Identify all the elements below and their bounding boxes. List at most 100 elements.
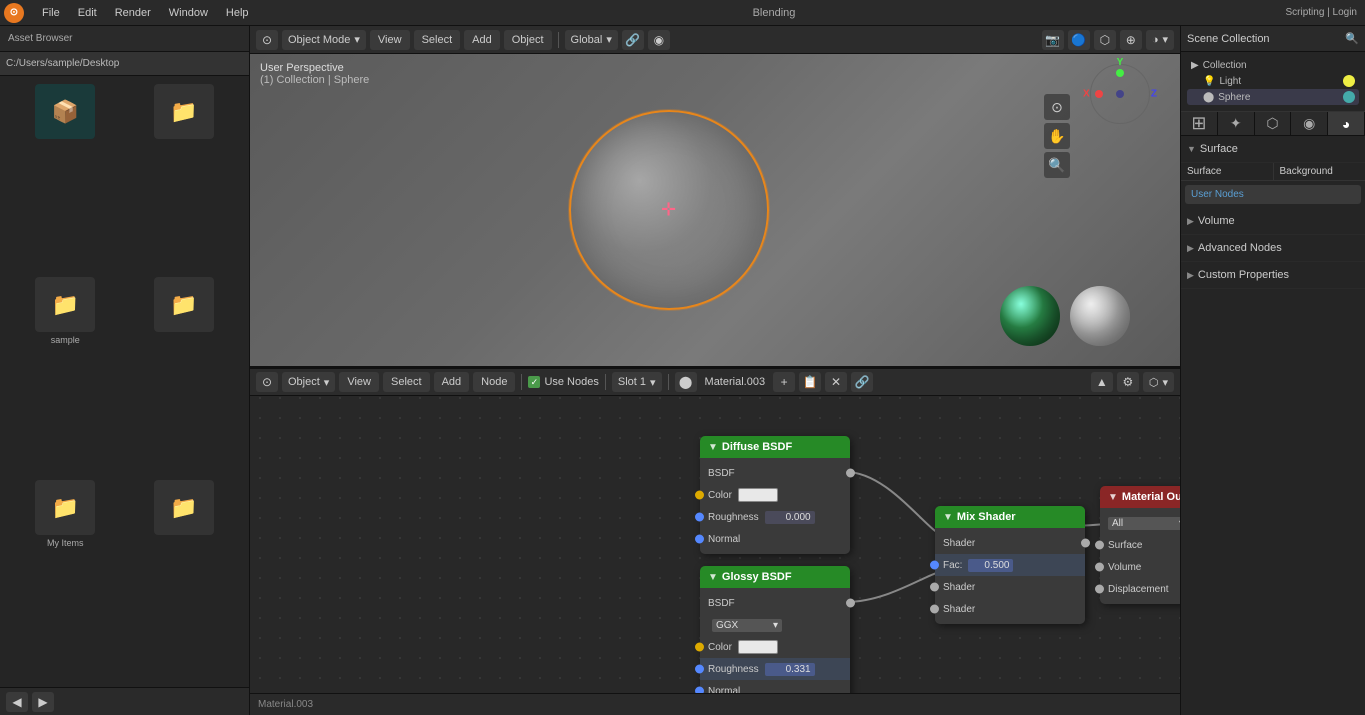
list-item[interactable]: 📁 sample xyxy=(8,277,123,476)
add-btn[interactable]: Add xyxy=(464,30,500,50)
material-copy-icon[interactable]: 📋 xyxy=(799,372,821,392)
tab-particles[interactable]: ✦ xyxy=(1218,112,1255,135)
diffuse-title: Diffuse BSDF xyxy=(722,441,792,453)
node-settings-icon[interactable]: ⚙ xyxy=(1117,372,1139,392)
glossy-bsdf-node[interactable]: ▼ Glossy BSDF BSDF GGX ▾ xyxy=(700,566,850,706)
scene-object-sphere[interactable]: ⬤ Sphere xyxy=(1187,89,1359,105)
subtab-diffuse[interactable]: Surface xyxy=(1181,163,1274,180)
node-select-btn[interactable]: Select xyxy=(383,372,430,392)
gizmo-icon[interactable]: ⊕ xyxy=(1120,30,1142,50)
surface-header[interactable]: ▼ Surface xyxy=(1187,140,1359,158)
select-btn[interactable]: Select xyxy=(414,30,461,50)
diffuse-bsdf-socket[interactable] xyxy=(846,469,855,478)
asset-browser-content: C:/Users/sample/Desktop 📦 📁 📁 sample 📁 xyxy=(0,52,249,687)
right-sidebar-filter[interactable]: 🔍 xyxy=(1345,32,1359,45)
glossy-roughness-input[interactable] xyxy=(695,665,704,674)
menu-window[interactable]: Window xyxy=(161,5,216,21)
list-item[interactable]: 📦 xyxy=(8,84,123,273)
list-item[interactable]: 📁 xyxy=(127,480,242,679)
shading-dropdown[interactable]: ◑ ▾ xyxy=(1146,30,1174,50)
diffuse-bsdf-node[interactable]: ▼ Diffuse BSDF BSDF Color xyxy=(700,436,850,554)
asset-back-btn[interactable]: ◀ xyxy=(6,692,28,712)
node-add-btn[interactable]: Add xyxy=(434,372,470,392)
output-volume-input[interactable] xyxy=(1095,563,1104,572)
advanced-header[interactable]: ▶ Advanced Nodes xyxy=(1187,239,1359,257)
mix-shader1-input[interactable] xyxy=(930,583,939,592)
tab-material[interactable]: ◕ xyxy=(1328,112,1365,135)
diffuse-normal-input[interactable] xyxy=(695,535,704,544)
output-collapse-icon: ▼ xyxy=(1108,492,1118,503)
mix-shader2-input[interactable] xyxy=(930,605,939,614)
zoom-icon[interactable]: 🔍 xyxy=(1044,152,1070,178)
glossy-bsdf-socket[interactable] xyxy=(846,599,855,608)
asset-forward-btn[interactable]: ▶ xyxy=(32,692,54,712)
mix-shader-socket[interactable] xyxy=(1081,539,1090,548)
glossy-distribution-dropdown[interactable]: GGX ▾ xyxy=(712,619,782,632)
surface-label: Surface xyxy=(1200,143,1238,155)
overlays-icon[interactable]: ⬡ xyxy=(1094,30,1116,50)
snap-icon[interactable]: 🔗 xyxy=(622,30,644,50)
global-dropdown[interactable]: Global ▾ xyxy=(565,30,618,50)
material-link-icon[interactable]: 🔗 xyxy=(851,372,873,392)
glossy-color-input[interactable] xyxy=(695,643,704,652)
diffuse-color-swatch[interactable] xyxy=(738,488,778,502)
menu-render[interactable]: Render xyxy=(107,5,159,21)
volume-section: ▶ Volume xyxy=(1181,208,1365,235)
output-surface-row: Surface xyxy=(1100,534,1180,556)
material-delete-icon[interactable]: ✕ xyxy=(825,372,847,392)
mix-fac-input[interactable] xyxy=(930,561,939,570)
object-btn[interactable]: Object xyxy=(504,30,552,50)
orbit-icon[interactable]: ⊙ xyxy=(1044,94,1070,120)
object-mode-dropdown[interactable]: Object Mode ▾ xyxy=(282,30,366,50)
menu-file[interactable]: File xyxy=(34,5,68,21)
scene-object-collection[interactable]: ▶ Collection xyxy=(1187,58,1359,73)
scene-object-light[interactable]: 💡 Light xyxy=(1187,73,1359,89)
diffuse-normal-label: Normal xyxy=(708,534,740,545)
output-target-row[interactable]: All ▾ xyxy=(1100,512,1180,534)
custom-props-header[interactable]: ▶ Custom Properties xyxy=(1187,266,1359,284)
advanced-section: ▶ Advanced Nodes xyxy=(1181,235,1365,262)
node-editor-section: ⊙ Object ▾ View Select Add Node ✓ Use No… xyxy=(250,368,1180,715)
node-editor-up-icon[interactable]: ▲ xyxy=(1091,372,1113,392)
tab-surface[interactable]: ⊞ xyxy=(1181,112,1218,135)
diffuse-roughness-row: Roughness 0.000 xyxy=(700,506,850,528)
glossy-roughness-value[interactable]: 0.331 xyxy=(765,663,815,676)
material-output-node[interactable]: ▼ Material Output All ▾ Surface xyxy=(1100,486,1180,604)
node-editor-type-dropdown[interactable]: Object ▾ xyxy=(282,372,335,392)
output-displacement-input[interactable] xyxy=(1095,585,1104,594)
menu-edit[interactable]: Edit xyxy=(70,5,105,21)
custom-props-section: ▶ Custom Properties xyxy=(1181,262,1365,289)
node-view-btn[interactable]: View xyxy=(339,372,379,392)
list-item[interactable]: 📁 xyxy=(127,84,242,273)
output-target-dropdown[interactable]: All ▾ xyxy=(1108,517,1180,530)
slot-dropdown[interactable]: Slot 1 ▾ xyxy=(612,372,662,392)
camera-icon[interactable]: 📷 xyxy=(1042,30,1064,50)
mix-fac-value[interactable]: 0.500 xyxy=(968,559,1013,572)
node-node-btn[interactable]: Node xyxy=(473,372,515,392)
diffuse-roughness-value[interactable]: 0.000 xyxy=(765,511,815,524)
view-btn[interactable]: View xyxy=(370,30,410,50)
tab-physics[interactable]: ⬡ xyxy=(1255,112,1292,135)
diffuse-roughness-input[interactable] xyxy=(695,513,704,522)
mix-shader-node[interactable]: ▼ Mix Shader Shader Fac: 0.500 xyxy=(935,506,1085,624)
render-mode-icon[interactable]: 🔵 xyxy=(1068,30,1090,50)
use-nodes-label: Use Nodes xyxy=(544,376,598,388)
subtab-background[interactable]: Background xyxy=(1274,163,1365,180)
node-overlay-dropdown[interactable]: ⬡▾ xyxy=(1143,372,1174,392)
gizmo-y: Y xyxy=(1117,57,1124,68)
surface-collapse-icon: ▼ xyxy=(1187,144,1196,154)
volume-header[interactable]: ▶ Volume xyxy=(1187,212,1359,230)
viewport-toolbar: ⊙ Object Mode ▾ View Select Add Object G… xyxy=(250,26,1180,54)
diffuse-color-input[interactable] xyxy=(695,491,704,500)
output-surface-input[interactable] xyxy=(1095,541,1104,550)
glossy-color-swatch[interactable] xyxy=(738,640,778,654)
list-item[interactable]: 📁 My Items xyxy=(8,480,123,679)
glossy-distribution-row[interactable]: GGX ▾ xyxy=(700,614,850,636)
menu-help[interactable]: Help xyxy=(218,5,257,21)
proportional-icon[interactable]: ◉ xyxy=(648,30,670,50)
list-item[interactable]: 📁 xyxy=(127,277,242,476)
use-nodes-checkbox[interactable]: ✓ xyxy=(528,376,540,388)
material-add-icon[interactable]: + xyxy=(773,372,795,392)
pan-icon[interactable]: ✋ xyxy=(1044,123,1070,149)
tab-object[interactable]: ◉ xyxy=(1291,112,1328,135)
